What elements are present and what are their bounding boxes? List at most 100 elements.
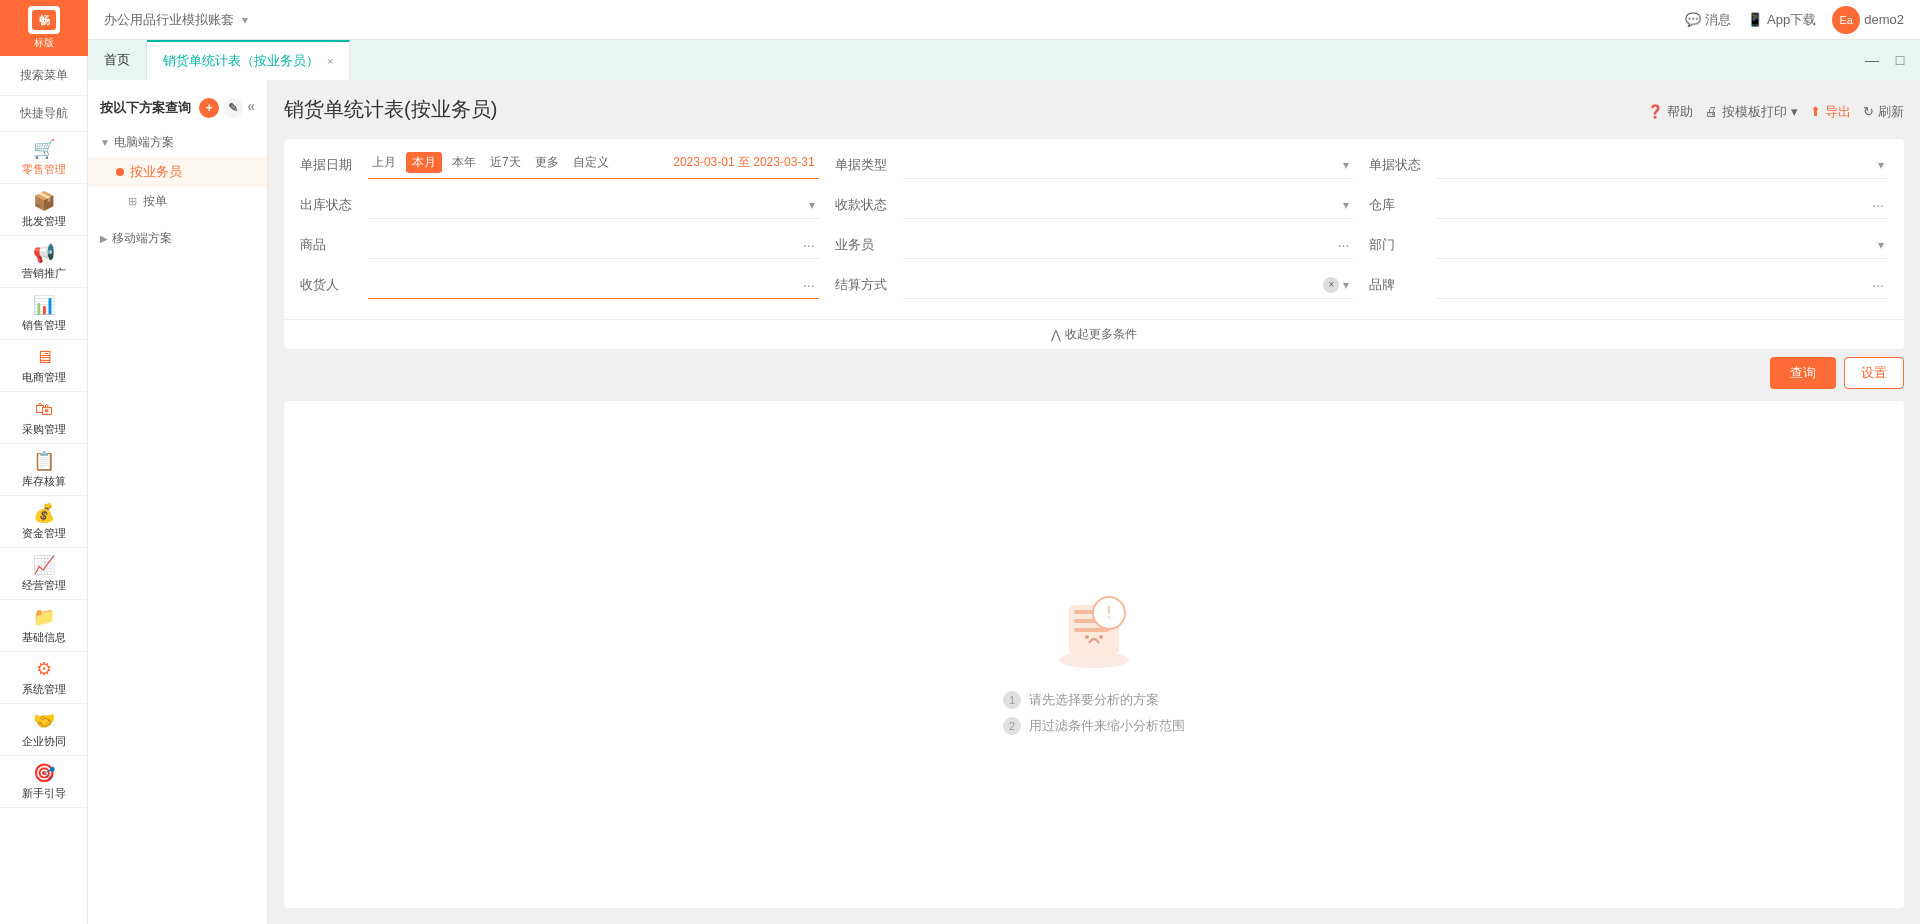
- filter-payment-cell: 结算方式 × ▾: [835, 271, 1354, 299]
- tab-maximize-button[interactable]: □: [1888, 48, 1912, 72]
- product-input[interactable]: ···: [368, 231, 819, 259]
- wholesale-label: 批发管理: [22, 214, 66, 229]
- panel-edit-button[interactable]: ✎: [223, 98, 243, 118]
- panel-item-salesperson-label: 按业务员: [130, 163, 182, 181]
- sidebar-item-sales[interactable]: 📊 销售管理: [0, 288, 88, 340]
- print-arrow-icon[interactable]: ▾: [1791, 104, 1798, 119]
- home-tab-label: 首页: [104, 51, 130, 69]
- payment-label: 结算方式: [835, 276, 903, 294]
- print-button[interactable]: 🖨 按模板打印 ▾: [1705, 103, 1798, 121]
- date-tab-custom[interactable]: 自定义: [569, 152, 613, 173]
- brand-label: 品牌: [1369, 276, 1437, 294]
- sidebar-item-marketing[interactable]: 📢 营销推广: [0, 236, 88, 288]
- outstatus-label: 出库状态: [300, 196, 368, 214]
- date-tab-this-year[interactable]: 本年: [448, 152, 480, 173]
- date-tab-last-month[interactable]: 上月: [368, 152, 400, 173]
- export-icon: ⬆: [1810, 104, 1821, 119]
- payment-arrow-icon: ▾: [1343, 278, 1349, 292]
- sidebar-item-system[interactable]: ⚙ 系统管理: [0, 652, 88, 704]
- filter-salesperson-cell: 业务员 ···: [835, 231, 1354, 259]
- tabbar: 首页 销货单统计表（按业务员） × — □: [88, 40, 1920, 80]
- query-button[interactable]: 查询: [1770, 357, 1836, 389]
- sidebar-item-collab[interactable]: 🤝 企业协同: [0, 704, 88, 756]
- warehouse-input[interactable]: ···: [1437, 191, 1888, 219]
- page-title: 销货单统计表(按业务员): [284, 96, 497, 123]
- sidebar-item-guide[interactable]: 🎯 新手引导: [0, 756, 88, 808]
- wholesale-icon: 📦: [33, 190, 55, 212]
- topbar-arrow-icon[interactable]: ▾: [242, 13, 248, 27]
- section-mobile-label: 移动端方案: [112, 230, 172, 247]
- payment-controls: × ▾: [1323, 277, 1349, 293]
- sidebar-item-retail[interactable]: 🛒 零售管理: [0, 132, 88, 184]
- date-tab-this-month[interactable]: 本月: [406, 152, 442, 173]
- topbar-left: 办公用品行业模拟账套 ▾: [104, 11, 248, 29]
- consignee-dots[interactable]: ···: [803, 277, 815, 293]
- product-dots[interactable]: ···: [803, 237, 815, 253]
- receivestatus-input[interactable]: ▾: [903, 191, 1354, 219]
- user-name: demo2: [1864, 12, 1904, 27]
- dept-input[interactable]: ▾: [1437, 231, 1888, 259]
- tab-close-icon[interactable]: ×: [327, 55, 333, 67]
- outstatus-input[interactable]: ▾: [368, 191, 819, 219]
- date-tab-more[interactable]: 更多: [531, 152, 563, 173]
- panel-add-button[interactable]: +: [199, 98, 219, 118]
- docstatus-label: 单据状态: [1369, 156, 1437, 174]
- salesperson-input[interactable]: ···: [903, 231, 1354, 259]
- sidebar-item-operations[interactable]: 📈 经营管理: [0, 548, 88, 600]
- date-tabs-container: 上月 本月 本年 近7天 更多 自定义: [368, 152, 613, 173]
- consignee-input[interactable]: ···: [368, 271, 819, 299]
- app-download-button[interactable]: 📱 App下载: [1747, 11, 1816, 29]
- filter-date-cell: 单据日期 上月 本月 本年 近7天 更多 自定义 20: [300, 151, 819, 179]
- docstatus-input[interactable]: ▾: [1437, 151, 1888, 179]
- print-label: 按模板打印: [1722, 103, 1787, 121]
- sidebar-item-purchase[interactable]: 🛍 采购管理: [0, 392, 88, 444]
- collapse-button[interactable]: ⋀ 收起更多条件: [1051, 326, 1137, 343]
- tab-active[interactable]: 销货单统计表（按业务员） ×: [147, 40, 350, 80]
- salesperson-dots[interactable]: ···: [1338, 237, 1350, 253]
- sidebar-item-inventory[interactable]: 📋 库存核算: [0, 444, 88, 496]
- panel-item-salesperson[interactable]: 按业务员: [88, 157, 267, 187]
- doctype-input[interactable]: ▾: [903, 151, 1354, 179]
- export-button[interactable]: ⬆ 导出: [1810, 103, 1851, 121]
- ecommerce-icon: 🖥: [35, 347, 53, 368]
- sidebar-item-ecommerce[interactable]: 🖥 电商管理: [0, 340, 88, 392]
- payment-clear-button[interactable]: ×: [1323, 277, 1339, 293]
- filter-row-2: 出库状态 ▾ 收款状态 ▾: [300, 191, 1888, 219]
- svg-point-9: [1085, 635, 1089, 639]
- tab-minimize-button[interactable]: —: [1860, 48, 1884, 72]
- section-desktop-header[interactable]: ▼ 电脑端方案: [88, 128, 267, 157]
- refresh-button[interactable]: ↻ 刷新: [1863, 103, 1904, 121]
- collapse-chevron-icon: ⋀: [1051, 328, 1061, 342]
- retail-label: 零售管理: [22, 162, 66, 177]
- marketing-icon: 📢: [33, 242, 55, 264]
- basics-label: 基础信息: [22, 630, 66, 645]
- tab-home[interactable]: 首页: [88, 40, 147, 80]
- refresh-label: 刷新: [1878, 103, 1904, 121]
- sidebar-logo[interactable]: 畅 标版: [0, 0, 88, 56]
- panel-item-order[interactable]: ⊞ 按单: [88, 187, 267, 216]
- panel-item-order-label: 按单: [143, 193, 167, 210]
- warehouse-dots[interactable]: ···: [1872, 197, 1884, 213]
- collab-icon: 🤝: [33, 710, 55, 732]
- filter-receivestatus-cell: 收款状态 ▾: [835, 191, 1354, 219]
- date-label: 单据日期: [300, 156, 368, 174]
- brand-input[interactable]: ···: [1437, 271, 1888, 299]
- payment-input[interactable]: × ▾: [903, 271, 1354, 299]
- panel-collapse-button[interactable]: «: [247, 98, 255, 118]
- sidebar-item-basics[interactable]: 📁 基础信息: [0, 600, 88, 652]
- user-profile-button[interactable]: Ea demo2: [1832, 6, 1904, 34]
- sidebar-item-finance[interactable]: 💰 资金管理: [0, 496, 88, 548]
- sidebar-search[interactable]: 搜索菜单: [0, 56, 88, 96]
- date-input[interactable]: 上月 本月 本年 近7天 更多 自定义 2023-03-01 至 2023-03…: [368, 151, 819, 179]
- settings-button[interactable]: 设置: [1844, 357, 1904, 389]
- sidebar-item-wholesale[interactable]: 📦 批发管理: [0, 184, 88, 236]
- date-tab-7days[interactable]: 近7天: [486, 152, 525, 173]
- inventory-label: 库存核算: [22, 474, 66, 489]
- message-button[interactable]: 💬 消息: [1685, 11, 1731, 29]
- help-button[interactable]: ❓ 帮助: [1647, 103, 1693, 121]
- sales-label: 销售管理: [22, 318, 66, 333]
- brand-dots[interactable]: ···: [1872, 277, 1884, 293]
- sidebar-nav[interactable]: 快捷导航: [0, 96, 88, 132]
- section-mobile-header[interactable]: ▶ 移动端方案: [88, 224, 267, 253]
- guide-icon: 🎯: [33, 762, 55, 784]
